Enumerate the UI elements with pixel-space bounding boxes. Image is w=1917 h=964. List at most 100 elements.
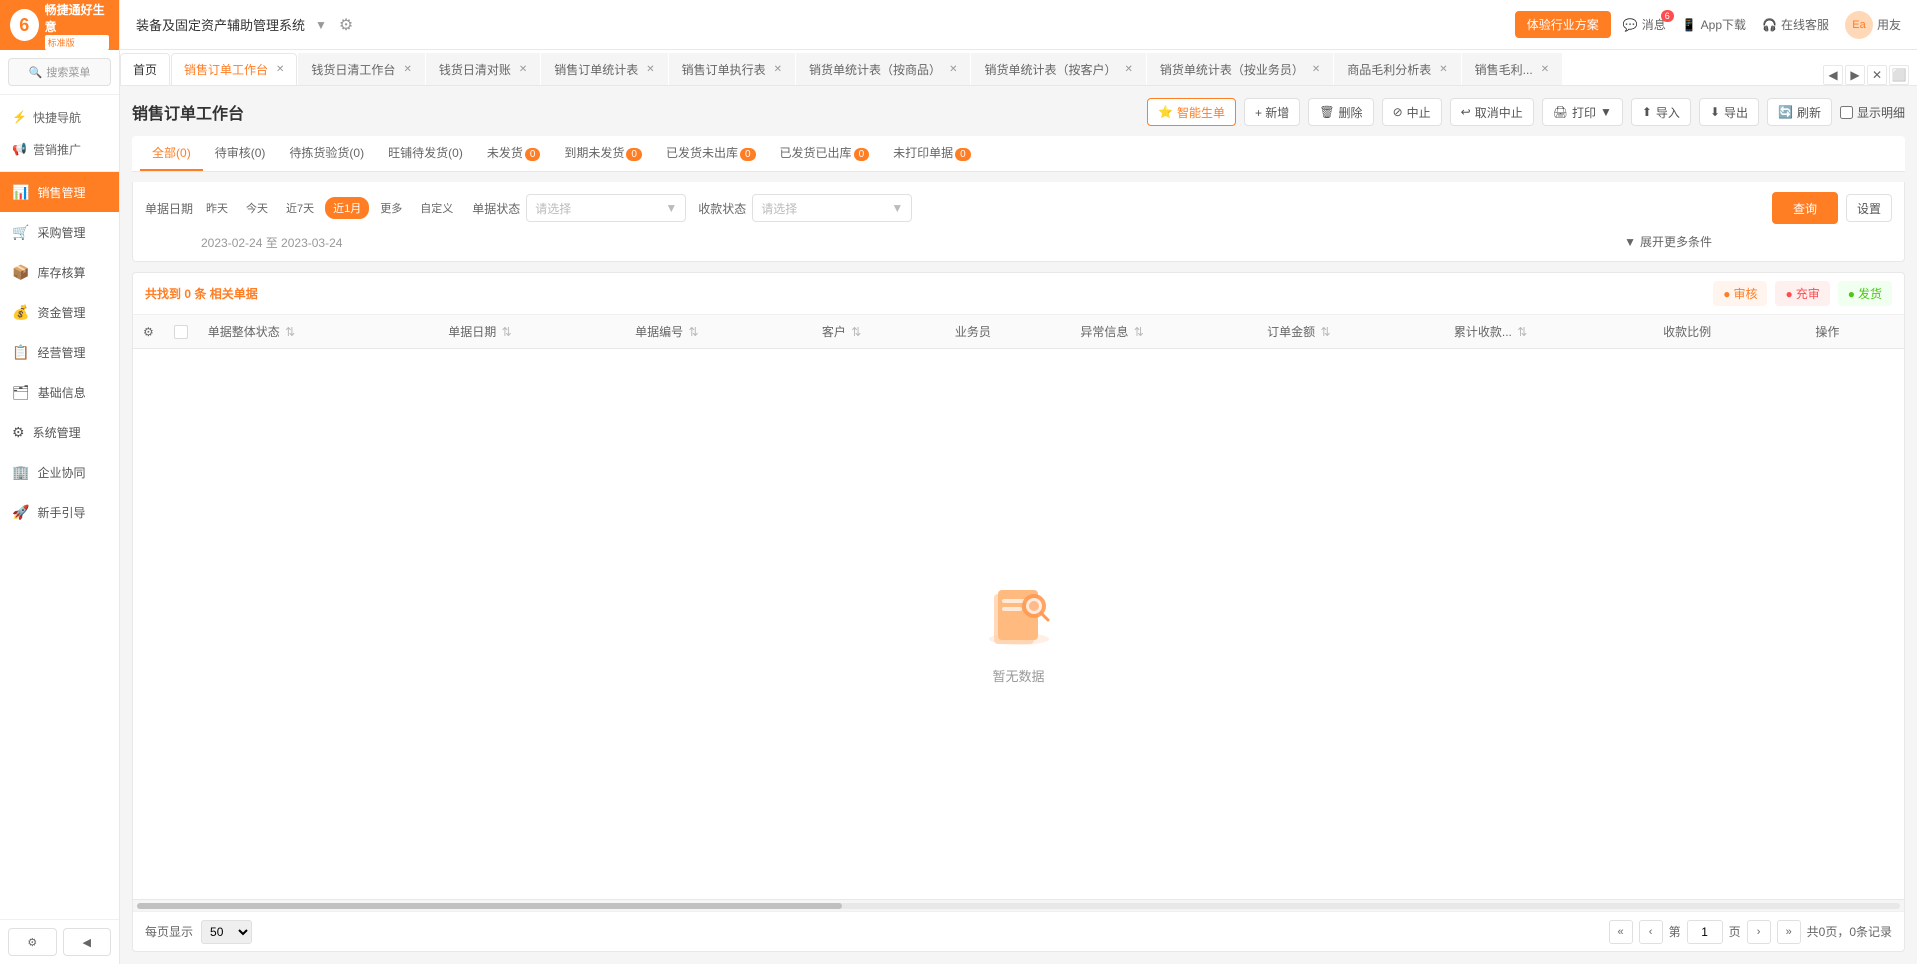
payment-select[interactable]: 请选择 ▼ xyxy=(752,194,912,222)
date-custom-btn[interactable]: 自定义 xyxy=(413,197,460,219)
filter-settings-button[interactable]: 设置 xyxy=(1846,194,1892,222)
tab-sales-stats[interactable]: 销售订单统计表 ✕ xyxy=(541,53,667,85)
filter-tab-all[interactable]: 全部(0) xyxy=(140,136,203,171)
filter-tab-wangpu-pending[interactable]: 旺铺待发货(0) xyxy=(376,136,475,171)
prev-page-button[interactable]: ‹ xyxy=(1639,920,1663,944)
sidebar-item-purchase[interactable]: 🛒 采购管理 xyxy=(0,212,119,252)
tab-next-button[interactable]: ▶ xyxy=(1845,65,1865,85)
sidebar-collapse-btn[interactable]: ◀ xyxy=(63,928,112,956)
filter-tab-overdue-ship[interactable]: 到期未发货0 xyxy=(552,136,654,171)
sort-collected-icon[interactable]: ⇅ xyxy=(1517,325,1527,339)
sidebar-item-enterprise[interactable]: 🏢 企业协同 xyxy=(0,452,119,492)
filter-tab-shipped-not-out[interactable]: 已发货未出库0 xyxy=(654,136,768,171)
sidebar-item-basic[interactable]: 🗂 基础信息 xyxy=(0,372,119,412)
sidebar-item-system[interactable]: ⚙ 系统管理 xyxy=(0,412,119,452)
select-all-checkbox[interactable] xyxy=(174,325,188,339)
cancel-stop-button[interactable]: ↩ 取消中止 xyxy=(1450,98,1534,126)
page-number-input[interactable] xyxy=(1687,920,1723,944)
revoke-button[interactable]: ● 充审 xyxy=(1775,281,1829,306)
print-button[interactable]: 🖨 打印 ▼ xyxy=(1542,98,1623,126)
date-7days-btn[interactable]: 近7天 xyxy=(279,197,321,219)
tab-close-sales-more[interactable]: ✕ xyxy=(1541,64,1549,75)
filter-tab-pending-inspect[interactable]: 待拣货验货(0) xyxy=(277,136,376,171)
stop-button[interactable]: ⊘ 中止 xyxy=(1382,98,1442,126)
sidebar-item-inventory[interactable]: 📦 库存核算 xyxy=(0,252,119,292)
tab-cash-reconcile[interactable]: 钱货日清对账 ✕ xyxy=(426,53,540,85)
sidebar-item-finance[interactable]: 💰 资金管理 xyxy=(0,292,119,332)
filter-tab-not-printed[interactable]: 未打印单据0 xyxy=(881,136,983,171)
sort-date-icon[interactable]: ⇅ xyxy=(502,325,512,339)
date-more-btn[interactable]: 更多 xyxy=(373,197,409,219)
column-checkbox[interactable] xyxy=(164,315,198,349)
sort-exception-icon[interactable]: ⇅ xyxy=(1134,325,1144,339)
horizontal-scrollbar[interactable] xyxy=(133,899,1904,911)
user-profile-button[interactable]: Ea 用友 xyxy=(1845,11,1901,39)
first-page-button[interactable]: « xyxy=(1609,920,1633,944)
dispatch-button[interactable]: ● 发货 xyxy=(1838,281,1892,306)
sidebar-logo[interactable]: 6 畅捷通好生意 标准版 xyxy=(0,0,119,50)
tab-cash-daily[interactable]: 钱货日清工作台 ✕ xyxy=(298,53,424,85)
sidebar-item-quick-nav[interactable]: ⚡ 快捷导航 xyxy=(0,101,119,133)
tab-close-sales-exec[interactable]: ✕ xyxy=(774,64,782,75)
show-detail-label[interactable]: 显示明细 xyxy=(1840,104,1905,121)
tab-close-sales-summary-product[interactable]: ✕ xyxy=(949,64,957,75)
sort-number-icon[interactable]: ⇅ xyxy=(688,325,698,339)
topbar-settings-icon[interactable]: ⚙ xyxy=(339,15,353,35)
filter-tab-shipped-out[interactable]: 已发货已出库0 xyxy=(768,136,882,171)
refresh-button[interactable]: 🔄 刷新 xyxy=(1767,98,1832,126)
tab-sales-workbench[interactable]: 销售订单工作台 ✕ xyxy=(171,53,297,85)
date-1month-btn[interactable]: 近1月 xyxy=(325,197,369,219)
search-menu-button[interactable]: 🔍 搜索菜单 xyxy=(8,58,111,86)
tab-close-sales-summary-customer[interactable]: ✕ xyxy=(1124,64,1132,75)
tab-sales-exec[interactable]: 销售订单执行表 ✕ xyxy=(669,53,795,85)
sidebar-settings-btn[interactable]: ⚙ xyxy=(8,928,57,956)
add-button[interactable]: + 新增 xyxy=(1244,98,1300,126)
tab-close-sales-summary-staff[interactable]: ✕ xyxy=(1312,64,1320,75)
tab-close-all-button[interactable]: ✕ xyxy=(1867,65,1887,85)
sidebar-item-marketing[interactable]: 📢 营销推广 xyxy=(0,133,119,165)
delete-button[interactable]: 🗑 删除 xyxy=(1308,98,1373,126)
filter-tab-pending-review[interactable]: 待审核(0) xyxy=(203,136,278,171)
sidebar-item-sales[interactable]: 📊 销售管理 xyxy=(0,172,119,212)
show-detail-checkbox[interactable] xyxy=(1840,106,1853,119)
tab-goods-margin[interactable]: 商品毛利分析表 ✕ xyxy=(1334,53,1460,85)
smart-order-button[interactable]: ⭐ 智能生单 xyxy=(1147,98,1236,126)
tab-maximize-button[interactable]: ⬜ xyxy=(1889,65,1909,85)
import-button[interactable]: ⬆ 导入 xyxy=(1631,98,1691,126)
per-page-select[interactable]: 10 20 50 100 xyxy=(201,920,252,944)
tab-prev-button[interactable]: ◀ xyxy=(1823,65,1843,85)
message-button[interactable]: 💬 消息 6 xyxy=(1623,16,1666,33)
date-today-btn[interactable]: 今天 xyxy=(239,197,275,219)
tab-close-sales-workbench[interactable]: ✕ xyxy=(276,64,284,75)
scroll-track[interactable] xyxy=(137,903,1900,909)
tab-sales-more[interactable]: 销售毛利... ✕ xyxy=(1462,53,1562,85)
tab-close-cash-daily[interactable]: ✕ xyxy=(403,64,411,75)
column-settings[interactable]: ⚙ xyxy=(133,315,164,349)
query-button[interactable]: 查询 xyxy=(1772,192,1838,224)
date-yesterday-btn[interactable]: 昨天 xyxy=(199,197,235,219)
online-service-button[interactable]: 🎧 在线客服 xyxy=(1762,16,1829,33)
app-download-button[interactable]: 📱 App下载 xyxy=(1682,16,1746,33)
tab-close-goods-margin[interactable]: ✕ xyxy=(1439,64,1447,75)
tab-sales-summary-staff[interactable]: 销货单统计表（按业务员） ✕ xyxy=(1147,53,1333,85)
tab-close-sales-stats[interactable]: ✕ xyxy=(646,64,654,75)
last-page-button[interactable]: » xyxy=(1777,920,1801,944)
tab-sales-summary-customer[interactable]: 销货单统计表（按客户） ✕ xyxy=(971,53,1145,85)
filter-tab-not-shipped[interactable]: 未发货0 xyxy=(475,136,553,171)
sort-status-icon[interactable]: ⇅ xyxy=(285,325,295,339)
industry-solution-button[interactable]: 体验行业方案 xyxy=(1515,11,1611,38)
sort-amount-icon[interactable]: ⇅ xyxy=(1320,325,1330,339)
sort-customer-icon[interactable]: ⇅ xyxy=(851,325,861,339)
tab-close-cash-reconcile[interactable]: ✕ xyxy=(519,64,527,75)
export-button[interactable]: ⬇ 导出 xyxy=(1699,98,1759,126)
tab-home[interactable]: 首页 xyxy=(120,53,170,85)
scroll-thumb[interactable] xyxy=(137,903,842,909)
audit-button[interactable]: ● 审核 xyxy=(1713,281,1767,306)
system-dropdown-icon[interactable]: ▼ xyxy=(315,18,327,32)
sidebar-item-guide[interactable]: 🚀 新手引导 xyxy=(0,492,119,532)
status-select[interactable]: 请选择 ▼ xyxy=(526,194,686,222)
expand-more-btn[interactable]: ▼ 展开更多条件 xyxy=(1624,233,1712,250)
next-page-button[interactable]: › xyxy=(1747,920,1771,944)
tab-sales-summary-product[interactable]: 销货单统计表（按商品） ✕ xyxy=(796,53,970,85)
sidebar-item-operations[interactable]: 📋 经营管理 xyxy=(0,332,119,372)
